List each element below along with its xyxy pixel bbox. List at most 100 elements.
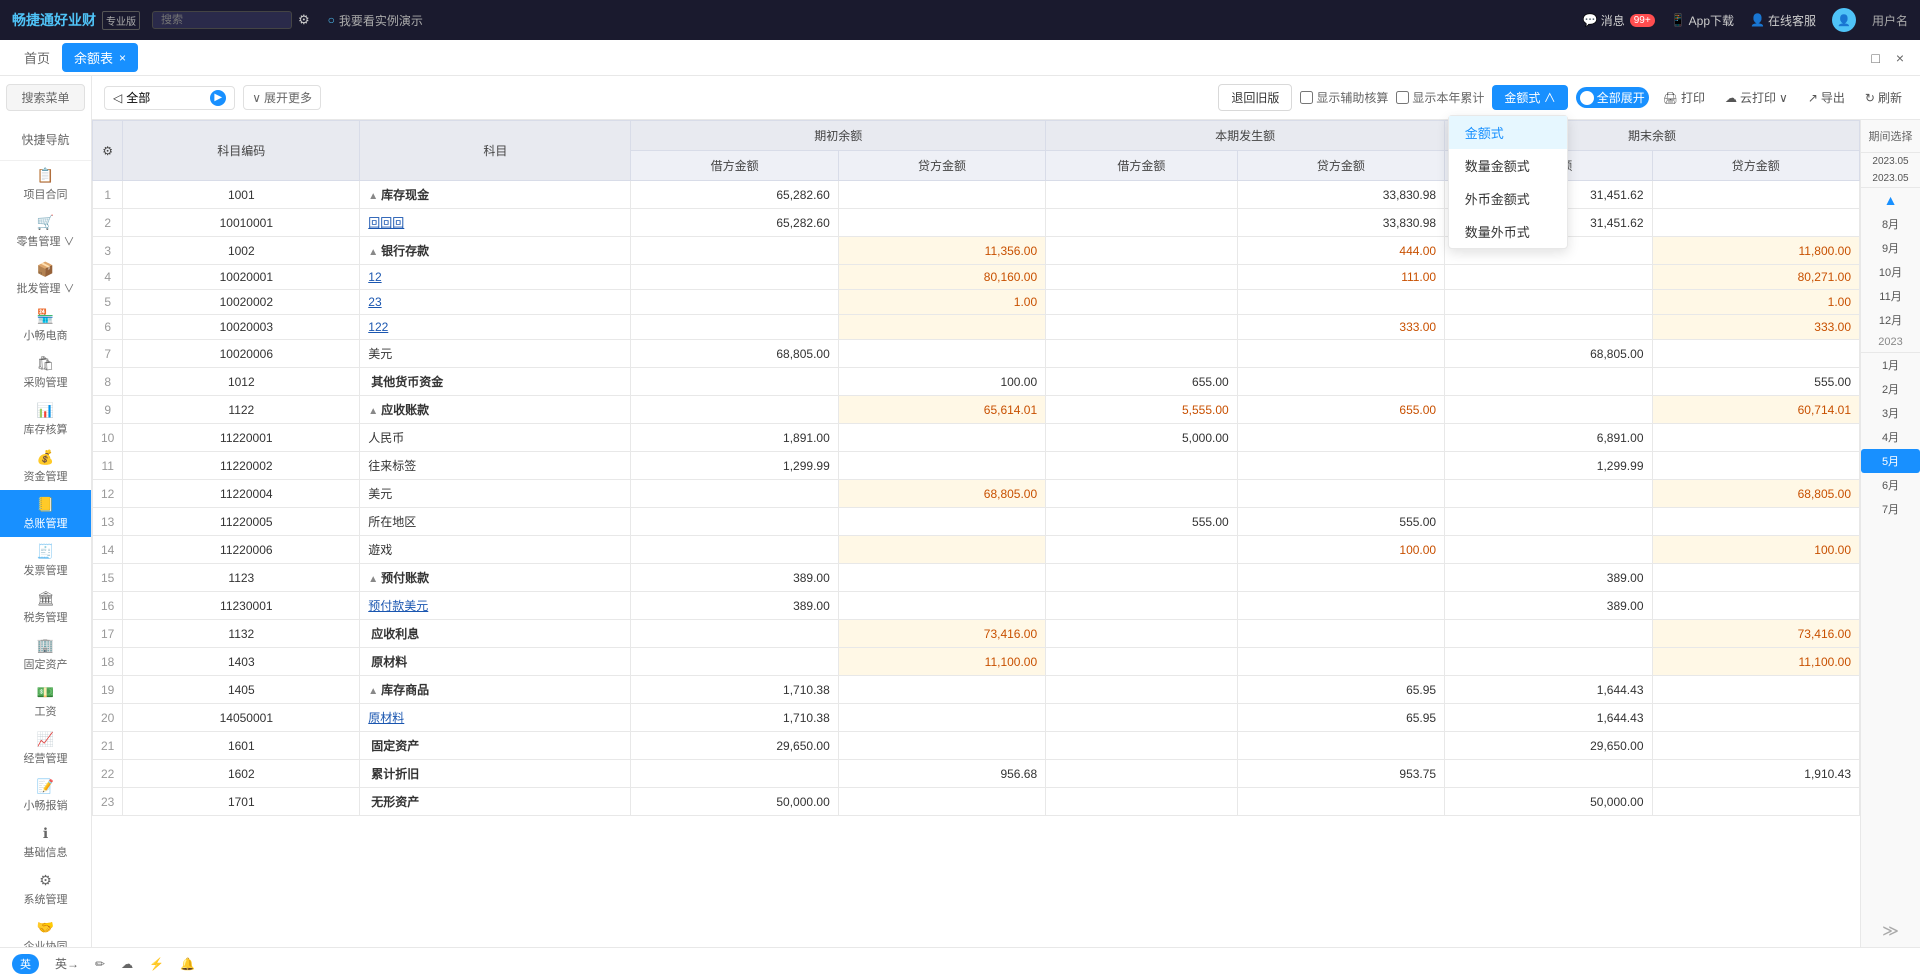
account-name-text[interactable]: 12 xyxy=(368,270,381,284)
mode-btn[interactable]: 金额式 ∧ xyxy=(1492,85,1567,110)
right-panel-title[interactable]: 期间选择 xyxy=(1861,120,1920,153)
open-debit-cell xyxy=(631,508,838,536)
account-code-cell: 1001 xyxy=(123,181,360,209)
account-name-text[interactable]: 回回回 xyxy=(368,216,404,230)
expand-triangle[interactable]: ▲ xyxy=(368,406,378,417)
sidebar-item-quick-nav[interactable]: 快捷导航 xyxy=(0,125,91,154)
bottom-notification-btn[interactable]: 🔔 xyxy=(180,957,195,971)
account-name-text[interactable]: 122 xyxy=(368,320,388,334)
sidebar-item-基础信息[interactable]: ℹ基础信息 xyxy=(0,819,91,866)
panel-collapse-btn[interactable]: ≫ xyxy=(1861,915,1920,947)
sidebar-item-发票管理[interactable]: 🧾发票管理 xyxy=(0,537,91,584)
open-credit-cell: 1.00 xyxy=(838,290,1045,315)
lang-btn[interactable]: 英 xyxy=(12,954,39,974)
print-btn[interactable]: 🖨 打印 xyxy=(1657,85,1711,110)
account-name-cell: 回回回 xyxy=(360,209,631,237)
sidebar-item-小畅电商[interactable]: 🏪小畅电商 xyxy=(0,302,91,349)
dropdown-item-数量外币式[interactable]: 数量外币式 xyxy=(1449,215,1567,248)
account-name-text: 银行存款 xyxy=(381,244,429,258)
bottom-lightning-btn[interactable]: ⚡ xyxy=(149,957,164,971)
panel-month-11月[interactable]: 11月 xyxy=(1861,284,1920,308)
dropdown-item-金额式[interactable]: 金额式 xyxy=(1449,116,1567,149)
sidebar-item-企业协同[interactable]: 🤝企业协同 xyxy=(0,913,91,947)
sidebar-item-经营管理[interactable]: 📈经营管理 xyxy=(0,725,91,772)
sidebar-item-采购管理[interactable]: 🛍采购管理 xyxy=(0,349,91,396)
expand-triangle[interactable]: ▲ xyxy=(368,247,378,258)
account-name-text[interactable]: 23 xyxy=(368,295,381,309)
bottom-edit-btn[interactable]: ✏ xyxy=(95,957,105,971)
panel-month-2月[interactable]: 2月 xyxy=(1861,377,1920,401)
expand-all-toggle[interactable]: 全部展开 xyxy=(1576,87,1649,108)
avatar[interactable]: 👤 xyxy=(1832,8,1856,32)
dropdown-item-外币金额式[interactable]: 外币金额式 xyxy=(1449,182,1567,215)
panel-month-8月[interactable]: 8月 xyxy=(1861,212,1920,236)
bottom-translate-btn[interactable]: 英→ xyxy=(55,955,79,972)
close-credit-cell: 11,100.00 xyxy=(1652,648,1860,676)
occ-credit-cell: 953.75 xyxy=(1237,760,1444,788)
sidebar-item-库存核算[interactable]: 📊库存核算 xyxy=(0,396,91,443)
close-window-btn[interactable]: × xyxy=(1892,48,1908,68)
expand-triangle[interactable]: ▲ xyxy=(368,191,378,202)
restore-btn[interactable]: □ xyxy=(1867,48,1883,68)
filter-arrow-btn[interactable]: ▶ xyxy=(210,90,226,106)
panel-month-9月[interactable]: 9月 xyxy=(1861,236,1920,260)
account-name-text[interactable]: 预付款美元 xyxy=(368,599,428,613)
account-name-text[interactable]: 原材料 xyxy=(368,711,404,725)
app-download-btn[interactable]: 📱 App下载 xyxy=(1671,12,1734,29)
dropdown-item-数量金额式[interactable]: 数量金额式 xyxy=(1449,149,1567,182)
occ-debit-cell xyxy=(1046,315,1238,340)
panel-up-arrow[interactable]: ▲ xyxy=(1861,188,1920,212)
panel-month-3月[interactable]: 3月 xyxy=(1861,401,1920,425)
expand-more-btn[interactable]: ∨ 展开更多 xyxy=(243,85,321,110)
sidebar-item-系统管理[interactable]: ⚙系统管理 xyxy=(0,866,91,913)
sidebar-item-固定资产[interactable]: 🏢固定资产 xyxy=(0,631,91,678)
back-old-version-btn[interactable]: 退回旧版 xyxy=(1218,84,1292,111)
settings-icon[interactable]: ⚙ xyxy=(298,12,310,28)
online-service-btn[interactable]: 👤 在线客服 xyxy=(1750,12,1816,29)
sidebar-item-总账管理[interactable]: 📒总账管理 xyxy=(0,490,91,537)
sidebar-icon: 🏪 xyxy=(37,308,54,325)
close-credit-cell: 80,271.00 xyxy=(1652,265,1860,290)
sidebar-item-工资[interactable]: 💵工资 xyxy=(0,678,91,725)
row-number: 10 xyxy=(93,424,123,452)
show-year-total-input[interactable] xyxy=(1396,91,1409,104)
show-aux-input[interactable] xyxy=(1300,91,1313,104)
expand-triangle[interactable]: ▲ xyxy=(368,574,378,585)
tab-balance-sheet[interactable]: 余额表 × xyxy=(62,43,138,72)
export-btn[interactable]: ↗ 导出 xyxy=(1802,85,1851,110)
sidebar-search-btn[interactable]: 搜索菜单 xyxy=(6,84,85,111)
expand-triangle[interactable]: ▲ xyxy=(368,686,378,697)
panel-month-1月[interactable]: 1月 xyxy=(1861,353,1920,377)
col-settings-header[interactable]: ⚙ xyxy=(93,121,123,181)
col-close-credit-header: 贷方金额 xyxy=(1652,151,1860,181)
show-aux-checkbox[interactable]: 显示辅助核算 xyxy=(1300,89,1388,106)
sidebar-item-资金管理[interactable]: 💰资金管理 xyxy=(0,443,91,490)
open-credit-cell xyxy=(838,424,1045,452)
sidebar-item-批发管理[interactable]: 📦批发管理 ∨ xyxy=(0,255,91,302)
panel-month-4月[interactable]: 4月 xyxy=(1861,425,1920,449)
show-year-total-checkbox[interactable]: 显示本年累计 xyxy=(1396,89,1484,106)
panel-month-5月[interactable]: 5月 xyxy=(1861,449,1920,473)
panel-month-6月[interactable]: 6月 xyxy=(1861,473,1920,497)
bottom-cloud-btn[interactable]: ☁ xyxy=(121,957,133,971)
col-current-occurrence-header: 本期发生额 xyxy=(1046,121,1445,151)
table-container[interactable]: ⚙ 科目编码 科目 期初余额 本期发生额 期末余额 借方金额 贷方金额 借方金额… xyxy=(92,120,1860,947)
toggle-label: 全部展开 xyxy=(1597,89,1645,106)
sidebar-item-零售管理[interactable]: 🛒零售管理 ∨ xyxy=(0,208,91,255)
sidebar-item-税务管理[interactable]: 🏛税务管理 xyxy=(0,584,91,631)
message-btn[interactable]: 💬 消息 99+ xyxy=(1583,12,1655,29)
panel-month-12月[interactable]: 12月 xyxy=(1861,308,1920,332)
filter-input[interactable] xyxy=(126,91,206,105)
panel-month-10月[interactable]: 10月 xyxy=(1861,260,1920,284)
tab-close-btn[interactable]: × xyxy=(119,51,126,65)
close-debit-cell: 1,644.43 xyxy=(1445,704,1652,732)
sidebar-item-小畅报销[interactable]: 📝小畅报销 xyxy=(0,772,91,819)
sidebar-item-项目合同[interactable]: 📋项目合同 xyxy=(0,161,91,208)
filter-all-container[interactable]: ◁ ▶ xyxy=(104,86,235,110)
panel-month-7月[interactable]: 7月 xyxy=(1861,497,1920,521)
demo-link[interactable]: ○ 我要看实例演示 xyxy=(328,12,423,29)
cloud-print-btn[interactable]: ☁ 云打印 ∨ xyxy=(1719,85,1794,110)
refresh-btn[interactable]: ↻ 刷新 xyxy=(1859,85,1908,110)
tab-home[interactable]: 首页 xyxy=(12,42,62,73)
search-input[interactable] xyxy=(152,11,292,29)
